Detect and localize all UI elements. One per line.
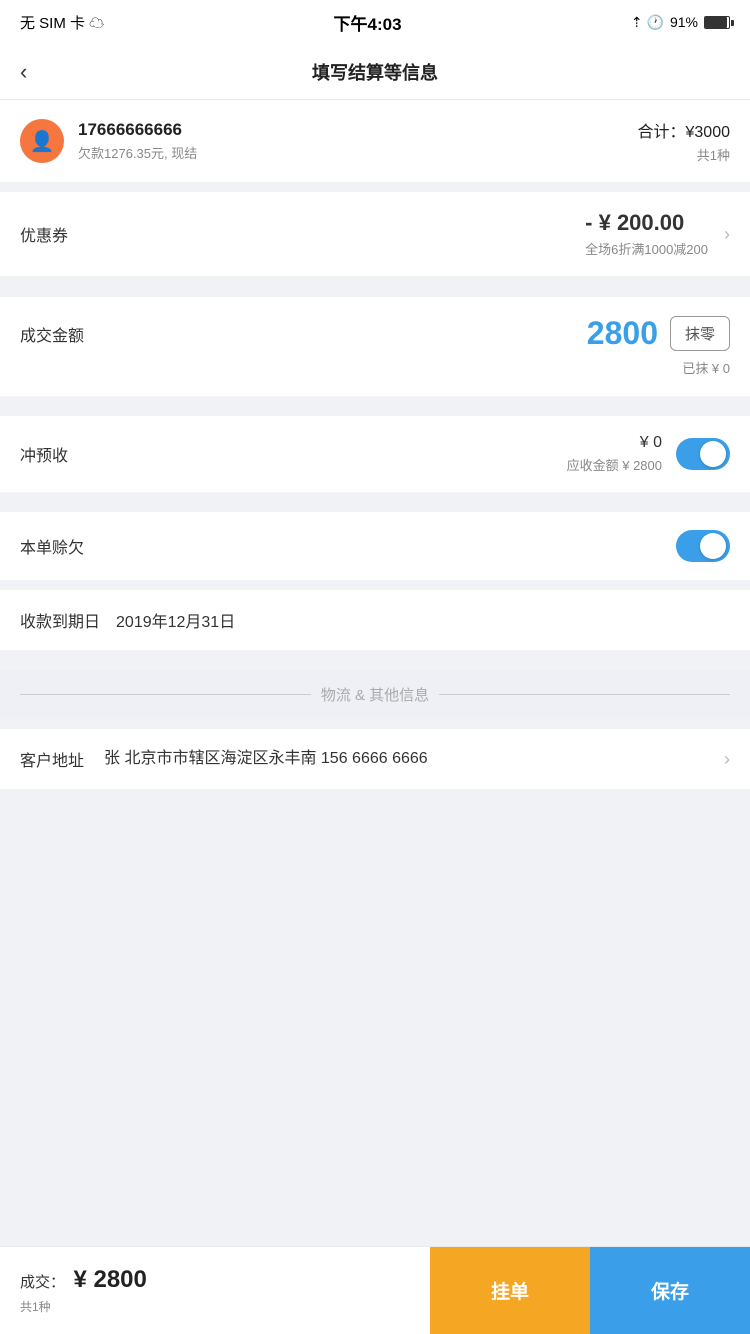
coupon-chevron: › bbox=[724, 224, 730, 245]
status-left: 无 SIM 卡 ☁ bbox=[20, 12, 104, 33]
total-count: 共1种 bbox=[638, 145, 731, 164]
deal-sub: 已抹 ¥ 0 bbox=[682, 361, 730, 376]
bottom-bar: 成交： ¥ 2800 共1种 挂单 保存 bbox=[0, 1246, 750, 1334]
precollect-values: ¥ 0 应收金额 ¥ 2800 bbox=[567, 434, 662, 474]
bottom-deal-amount: ¥ 2800 bbox=[73, 1266, 146, 1293]
precollect-section: 冲预收 ¥ 0 应收金额 ¥ 2800 bbox=[0, 416, 750, 492]
coupon-row[interactable]: 优惠券 - ¥ 200.00 全场6折满1000减200 › bbox=[0, 192, 750, 277]
separator-1 bbox=[0, 287, 750, 297]
deal-sub-row: 已抹 ¥ 0 bbox=[20, 358, 730, 378]
deal-number: 2800 bbox=[587, 315, 658, 352]
coupon-label: 优惠券 bbox=[20, 222, 68, 246]
deal-amount-row: 成交金额 2800 抹零 bbox=[20, 315, 730, 352]
debt-section: 本单赊欠 bbox=[0, 512, 750, 580]
coupon-right: - ¥ 200.00 全场6折满1000减200 › bbox=[585, 210, 730, 258]
separator-3 bbox=[0, 502, 750, 512]
deal-amount-label: 成交金额 bbox=[20, 322, 84, 346]
avatar: 👤 bbox=[20, 119, 64, 163]
deal-amount-right: 2800 抹零 bbox=[587, 315, 730, 352]
battery-graphic bbox=[704, 16, 730, 29]
bottom-deal-label: 成交： bbox=[20, 1274, 65, 1291]
customer-details: 17666666666 欠款1276.35元, 现结 bbox=[78, 120, 197, 162]
status-right: ⇡ 🕐 91% bbox=[631, 14, 730, 31]
erase-button[interactable]: 抹零 bbox=[670, 316, 730, 351]
debt-toggle[interactable] bbox=[676, 530, 730, 562]
empty-space bbox=[0, 799, 750, 919]
separator-2 bbox=[0, 406, 750, 416]
duedate-label: 收款到期日 bbox=[20, 608, 100, 632]
customer-phone: 17666666666 bbox=[78, 120, 197, 140]
coupon-amount: - ¥ 200.00 bbox=[585, 210, 708, 236]
customer-sub: 欠款1276.35元, 现结 bbox=[78, 143, 197, 162]
address-section[interactable]: 客户地址 张 北京市市辖区海淀区永丰南 156 6666 6666 › bbox=[0, 729, 750, 789]
separator-4 bbox=[0, 660, 750, 670]
battery-level: 91% bbox=[670, 14, 698, 30]
coupon-sub: 全场6折满1000减200 bbox=[585, 239, 708, 258]
page-title: 填写结算等信息 bbox=[312, 59, 438, 85]
coupon-values: - ¥ 200.00 全场6折满1000减200 bbox=[585, 210, 708, 258]
battery-icon: ⇡ 🕐 bbox=[631, 14, 664, 31]
customer-left: 👤 17666666666 欠款1276.35元, 现结 bbox=[20, 119, 197, 163]
nav-bar: ‹ 填写结算等信息 bbox=[0, 44, 750, 100]
address-label: 客户地址 bbox=[20, 747, 84, 771]
debt-toggle-knob bbox=[700, 533, 726, 559]
precollect-amount: ¥ 0 bbox=[567, 434, 662, 452]
debt-label: 本单赊欠 bbox=[20, 534, 84, 558]
address-chevron: › bbox=[724, 749, 730, 770]
precollect-toggle-knob bbox=[700, 441, 726, 467]
sim-status: 无 SIM 卡 ☁ bbox=[20, 12, 104, 33]
content: 👤 17666666666 欠款1276.35元, 现结 合计：¥3000 共1… bbox=[0, 100, 750, 1019]
customer-right: 合计：¥3000 共1种 bbox=[638, 118, 731, 164]
bottom-count: 共1种 bbox=[20, 1298, 410, 1315]
logistics-divider: 物流 & 其他信息 bbox=[0, 670, 750, 719]
pending-button[interactable]: 挂单 bbox=[430, 1247, 590, 1334]
status-time: 下午4:03 bbox=[334, 10, 402, 35]
divider-line-right bbox=[439, 694, 730, 695]
duedate-value: 2019年12月31日 bbox=[116, 608, 235, 632]
logistics-label: 物流 & 其他信息 bbox=[321, 684, 429, 705]
back-button[interactable]: ‹ bbox=[20, 61, 27, 83]
total-amount: 合计：¥3000 bbox=[638, 118, 731, 142]
status-bar: 无 SIM 卡 ☁ 下午4:03 ⇡ 🕐 91% bbox=[0, 0, 750, 44]
bottom-deal-line: 成交： ¥ 2800 bbox=[20, 1266, 410, 1294]
precollect-label: 冲预收 bbox=[20, 442, 68, 466]
divider-line-left bbox=[20, 694, 311, 695]
customer-info-row: 👤 17666666666 欠款1276.35元, 现结 合计：¥3000 共1… bbox=[0, 100, 750, 182]
precollect-sub: 应收金额 ¥ 2800 bbox=[567, 455, 662, 474]
deal-amount-section: 成交金额 2800 抹零 已抹 ¥ 0 bbox=[0, 297, 750, 396]
save-button[interactable]: 保存 bbox=[590, 1247, 750, 1334]
precollect-toggle[interactable] bbox=[676, 438, 730, 470]
precollect-right: ¥ 0 应收金额 ¥ 2800 bbox=[567, 434, 730, 474]
address-value: 张 北京市市辖区海淀区永丰南 156 6666 6666 bbox=[104, 747, 718, 771]
bottom-summary: 成交： ¥ 2800 共1种 bbox=[0, 1266, 430, 1315]
duedate-section: 收款到期日 2019年12月31日 bbox=[0, 590, 750, 650]
